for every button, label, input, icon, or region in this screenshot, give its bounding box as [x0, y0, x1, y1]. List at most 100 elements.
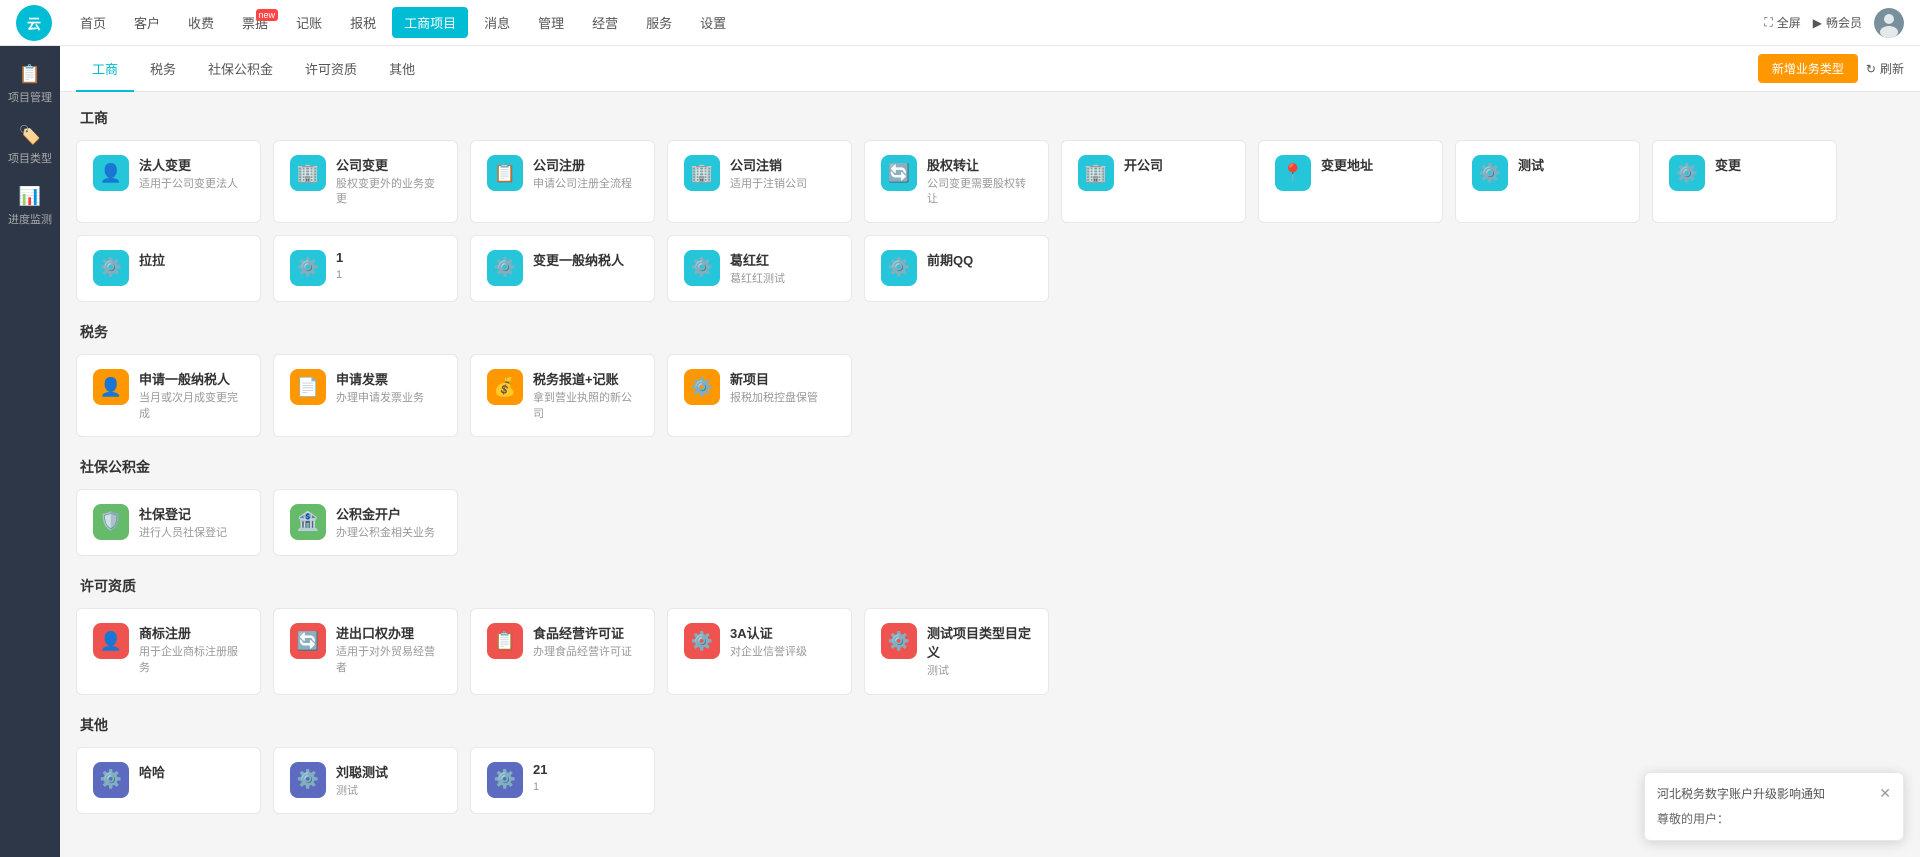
card-icon: 🏦: [290, 504, 326, 540]
card-icon: 🏢: [1078, 155, 1114, 191]
service-card[interactable]: ⚙️葛红红葛红红测试: [667, 235, 852, 302]
service-card[interactable]: 🔄 股权转让公司变更需要股权转让: [864, 140, 1049, 223]
fullscreen-btn[interactable]: ⛶ 全屏: [1764, 14, 1800, 31]
card-title: 变更一般纳税人: [533, 250, 638, 269]
card-desc: 测试: [336, 784, 441, 799]
service-card[interactable]: ⚙️变更一般纳税人: [470, 235, 655, 302]
sidebar-icon: 🏷️: [19, 125, 41, 146]
service-card[interactable]: 📄申请发票办理申请发票业务: [273, 354, 458, 437]
nav-item-消息[interactable]: 消息: [472, 7, 522, 38]
tab-社保公积金[interactable]: 社保公积金: [192, 47, 289, 92]
service-card[interactable]: 👤法人变更适用于公司变更法人: [76, 140, 261, 223]
nav-item-收费[interactable]: 收费: [176, 7, 226, 38]
service-card[interactable]: ⚙️拉拉: [76, 235, 261, 302]
service-card[interactable]: 🔄进出口权办理适用于对外贸易经营者: [273, 608, 458, 694]
avatar[interactable]: [1874, 8, 1904, 38]
card-title: 测试项目类型目定义: [927, 623, 1032, 661]
card-icon: ⚙️: [290, 762, 326, 798]
card-desc: 适用于注销公司: [730, 177, 835, 192]
card-info: 申请一般纳税人当月或次月成变更完成: [139, 369, 244, 422]
card-desc: 1: [336, 268, 441, 283]
nav-item-票据[interactable]: 票据new: [230, 7, 280, 38]
card-info: 法人变更适用于公司变更法人: [139, 155, 244, 192]
nav-item-服务[interactable]: 服务: [634, 7, 684, 38]
service-card[interactable]: 📋食品经营许可证办理食品经营许可证: [470, 608, 655, 694]
card-title: 公司变更: [336, 155, 441, 174]
service-card[interactable]: 🏢 公司注销适用于注销公司: [667, 140, 852, 223]
card-desc: 适用于对外贸易经营者: [336, 645, 441, 676]
card-info: 股权转让公司变更需要股权转让: [927, 155, 1032, 208]
logo: 云: [16, 5, 52, 41]
member-btn[interactable]: ▶ 畅会员: [1813, 14, 1862, 31]
nav-item-设置[interactable]: 设置: [688, 7, 738, 38]
nav-item-记账[interactable]: 记账: [284, 7, 334, 38]
nav-item-客户[interactable]: 客户: [122, 7, 172, 38]
card-title: 公司注册: [533, 155, 638, 174]
card-info: 211: [533, 762, 638, 795]
card-desc: 办理食品经营许可证: [533, 645, 638, 660]
card-desc: 当月或次月成变更完成: [139, 391, 244, 422]
nav-item-工商项目[interactable]: 工商项目: [392, 7, 468, 38]
service-card[interactable]: ⚙️新项目报税加税控盘保管: [667, 354, 852, 437]
service-card[interactable]: ⚙️变更: [1652, 140, 1837, 223]
service-card[interactable]: ⚙️哈哈: [76, 747, 261, 814]
tab-工商[interactable]: 工商: [76, 47, 134, 92]
card-title: 开公司: [1124, 155, 1229, 174]
card-icon: 🏢: [684, 155, 720, 191]
card-icon: 🏢: [290, 155, 326, 191]
card-info: 变更: [1715, 155, 1820, 177]
service-card[interactable]: 📍变更地址: [1258, 140, 1443, 223]
card-icon: 🛡️: [93, 504, 129, 540]
section-shebao: 社保公积金🛡️社保登记进行人员社保登记🏦公积金开户办理公积金相关业务: [76, 457, 1904, 556]
refresh-button[interactable]: ↻ 刷新: [1866, 60, 1904, 77]
card-info: 测试项目类型目定义测试: [927, 623, 1032, 679]
card-title: 公积金开户: [336, 504, 441, 523]
card-icon: 🔄: [881, 155, 917, 191]
service-card[interactable]: ⚙️前期QQ: [864, 235, 1049, 302]
card-desc: 适用于公司变更法人: [139, 177, 244, 192]
card-title: 申请一般纳税人: [139, 369, 244, 388]
card-info: 公司注销适用于注销公司: [730, 155, 835, 192]
nav-item-报税[interactable]: 报税: [338, 7, 388, 38]
tab-其他[interactable]: 其他: [373, 47, 431, 92]
tabs-container: 工商税务社保公积金许可资质其他: [76, 47, 431, 91]
cards-grid-qita: ⚙️哈哈⚙️刘聪测试测试⚙️211: [76, 747, 1904, 814]
service-card[interactable]: ⚙️测试: [1455, 140, 1640, 223]
nav-item-管理[interactable]: 管理: [526, 7, 576, 38]
service-card[interactable]: 👤商标注册用于企业商标注册服务: [76, 608, 261, 694]
sidebar-item-项目管理[interactable]: 📋项目管理: [0, 54, 60, 115]
svg-text:云: 云: [27, 16, 41, 32]
service-card[interactable]: ⚙️11: [273, 235, 458, 302]
sidebar-item-项目类型[interactable]: 🏷️项目类型: [0, 115, 60, 176]
card-icon: ⚙️: [881, 623, 917, 659]
service-card[interactable]: 🏦公积金开户办理公积金相关业务: [273, 489, 458, 556]
service-card[interactable]: 🛡️社保登记进行人员社保登记: [76, 489, 261, 556]
service-card[interactable]: ⚙️211: [470, 747, 655, 814]
sidebar-icon: 📊: [19, 186, 41, 207]
service-card[interactable]: 👤申请一般纳税人当月或次月成变更完成: [76, 354, 261, 437]
service-card[interactable]: 📋公司注册申请公司注册全流程: [470, 140, 655, 223]
service-card[interactable]: 💰税务报道+记账拿到营业执照的新公司: [470, 354, 655, 437]
service-card[interactable]: ⚙️3A认证对企业信誉评级: [667, 608, 852, 694]
card-desc: 1: [533, 780, 638, 795]
service-card[interactable]: ⚙️刘聪测试测试: [273, 747, 458, 814]
sidebar-item-进度监测[interactable]: 📊进度监测: [0, 176, 60, 237]
card-title: 21: [533, 762, 638, 777]
card-info: 变更地址: [1321, 155, 1426, 177]
card-info: 新项目报税加税控盘保管: [730, 369, 835, 406]
card-desc: 拿到营业执照的新公司: [533, 391, 638, 422]
service-card[interactable]: ⚙️ 测试项目类型目定义测试: [864, 608, 1049, 694]
notif-close-button[interactable]: ✕: [1879, 785, 1891, 802]
nav-item-首页[interactable]: 首页: [68, 7, 118, 38]
service-card[interactable]: 🏢 开公司: [1061, 140, 1246, 223]
card-title: 哈哈: [139, 762, 244, 781]
top-nav: 云 首页客户收费票据new记账报税工商项目消息管理经营服务设置 ⛶ 全屏 ▶ 畅…: [0, 0, 1920, 46]
card-info: 变更一般纳税人: [533, 250, 638, 272]
card-icon: 📋: [487, 623, 523, 659]
new-type-button[interactable]: 新增业务类型: [1758, 54, 1858, 83]
tab-许可资质[interactable]: 许可资质: [289, 47, 373, 92]
tab-税务[interactable]: 税务: [134, 47, 192, 92]
card-title: 社保登记: [139, 504, 244, 523]
service-card[interactable]: 🏢公司变更股权变更外的业务变更: [273, 140, 458, 223]
nav-item-经营[interactable]: 经营: [580, 7, 630, 38]
